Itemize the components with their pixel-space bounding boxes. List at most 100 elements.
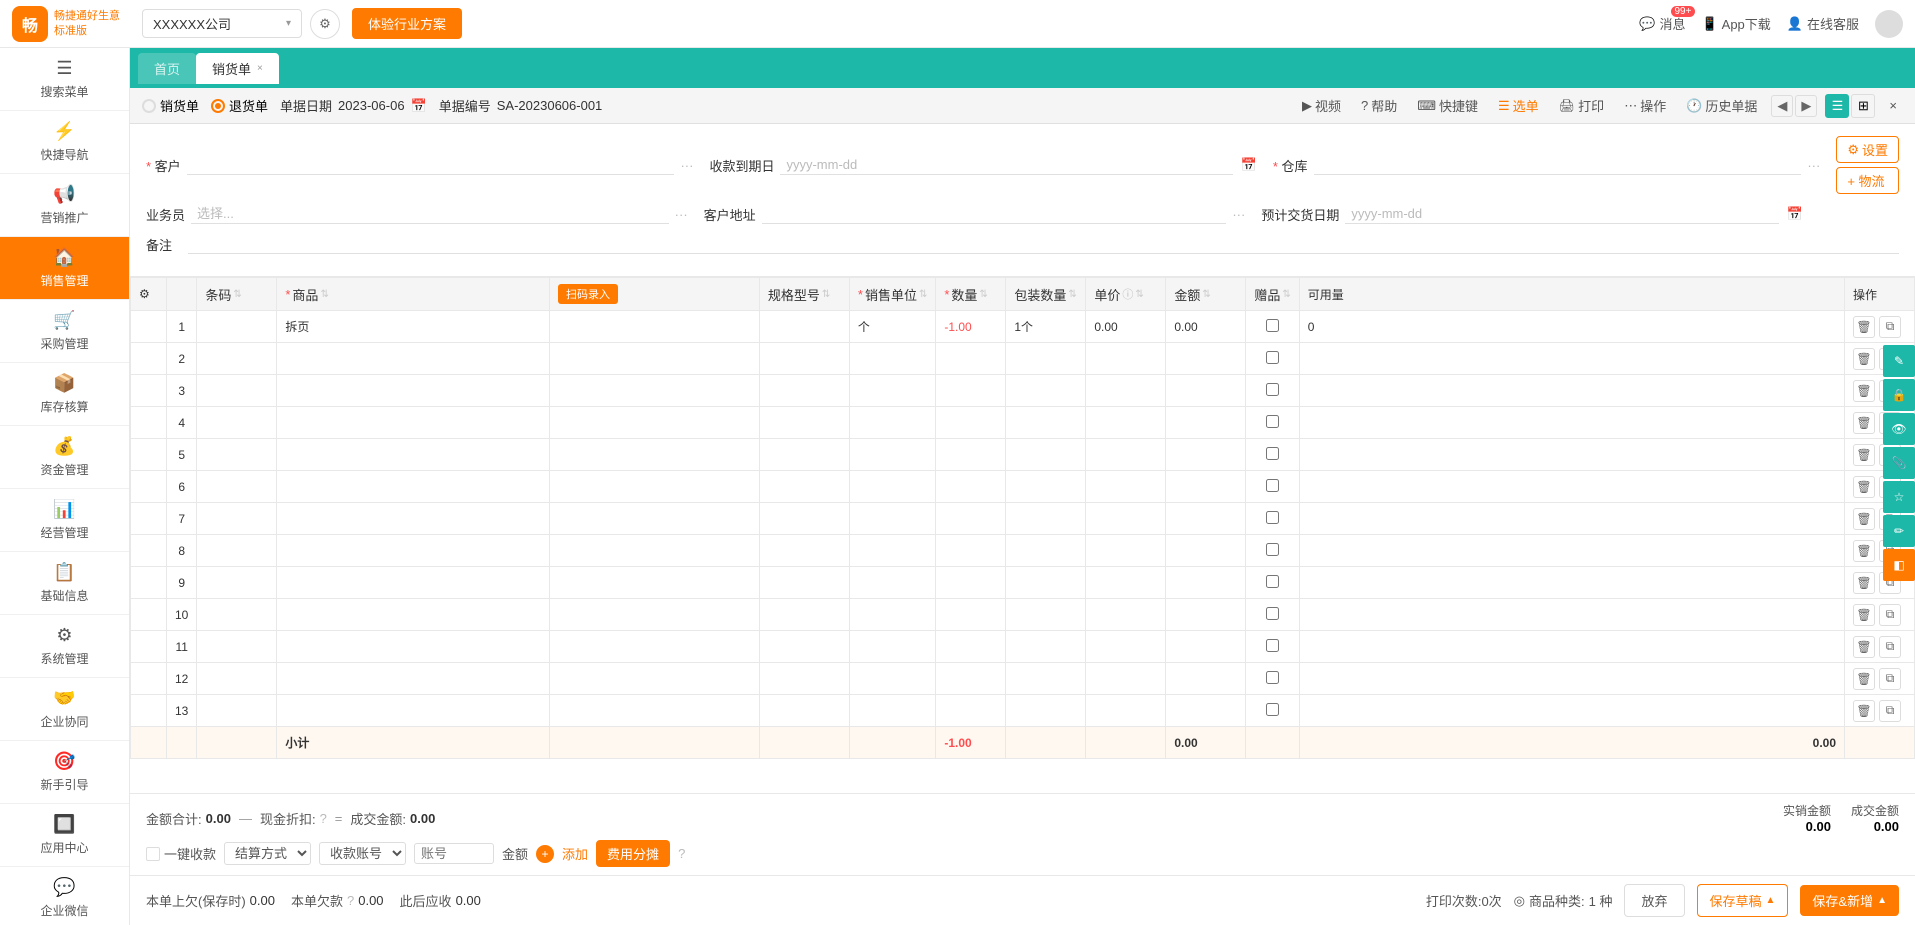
cell-product-3[interactable] (277, 407, 550, 439)
delete-row-button-10[interactable]: 🗑 (1853, 636, 1875, 658)
cell-barcode-9[interactable] (197, 599, 277, 631)
sidebar-item-sales[interactable]: 🏠 销售管理 (0, 237, 129, 300)
cell-spec-6[interactable] (759, 503, 849, 535)
th-settings[interactable]: ⚙ (131, 278, 167, 311)
cell-amount-0[interactable]: 0.00 (1166, 311, 1246, 343)
cell-product-8[interactable] (277, 567, 550, 599)
barcode-sort-icon[interactable]: ⇅ (233, 289, 241, 300)
cell-price-5[interactable] (1086, 471, 1166, 503)
customer-address-input[interactable] (762, 204, 1227, 224)
gift-checkbox-2[interactable] (1266, 383, 1279, 396)
cell-barcode-8[interactable] (197, 567, 277, 599)
cell-amount-3[interactable] (1166, 407, 1246, 439)
gift-checkbox-6[interactable] (1266, 511, 1279, 524)
cell-price-7[interactable] (1086, 535, 1166, 567)
cell-barcode-6[interactable] (197, 503, 277, 535)
cell-product-10[interactable] (277, 631, 550, 663)
gift-checkbox-12[interactable] (1266, 703, 1279, 716)
cell-barcode-4[interactable] (197, 439, 277, 471)
delete-row-button-11[interactable]: 🗑 (1853, 668, 1875, 690)
cell-unit-10[interactable] (849, 631, 935, 663)
salesperson-dots[interactable]: ··· (675, 207, 688, 222)
copy-row-button-10[interactable]: ⧉ (1879, 636, 1901, 658)
cell-gift-3[interactable] (1246, 407, 1299, 439)
customer-input[interactable] (187, 155, 675, 175)
gift-checkbox-5[interactable] (1266, 479, 1279, 492)
cell-gift-12[interactable] (1246, 695, 1299, 727)
setting-button[interactable]: ⚙ 设置 (1836, 136, 1899, 163)
cell-amount-12[interactable] (1166, 695, 1246, 727)
cell-amount-9[interactable] (1166, 599, 1246, 631)
delete-row-button-5[interactable]: 🗑 (1853, 476, 1875, 498)
cell-product-11[interactable] (277, 663, 550, 695)
tab-home[interactable]: 首页 (138, 53, 196, 84)
cell-gift-6[interactable] (1246, 503, 1299, 535)
tab-close-icon[interactable]: × (257, 63, 263, 74)
payment-method-select[interactable]: 结算方式 (224, 842, 311, 865)
operate-button[interactable]: ⋯ 操作 (1618, 94, 1672, 117)
address-dots[interactable]: ··· (1232, 207, 1245, 222)
gift-checkbox-9[interactable] (1266, 607, 1279, 620)
cell-spec-11[interactable] (759, 663, 849, 695)
cell-qty-8[interactable] (936, 567, 1006, 599)
cell-amount-1[interactable] (1166, 343, 1246, 375)
expected-date-input[interactable] (1345, 204, 1778, 224)
gift-checkbox-10[interactable] (1266, 639, 1279, 652)
cell-gift-8[interactable] (1246, 567, 1299, 599)
cell-price-11[interactable] (1086, 663, 1166, 695)
cell-amount-11[interactable] (1166, 663, 1246, 695)
cell-gift-11[interactable] (1246, 663, 1299, 695)
cell-qty-1[interactable] (936, 343, 1006, 375)
cell-barcode-12[interactable] (197, 695, 277, 727)
sidebar-item-quick-nav[interactable]: ⚡ 快捷导航 (0, 111, 129, 174)
delete-row-button-3[interactable]: 🗑 (1853, 412, 1875, 434)
discount-help-icon[interactable]: ? (320, 811, 327, 826)
cell-gift-0[interactable] (1246, 311, 1299, 343)
cell-packqty-8[interactable] (1006, 567, 1086, 599)
amount-sort-icon[interactable]: ⇅ (1202, 289, 1210, 300)
cell-product-9[interactable] (277, 599, 550, 631)
cell-amount-7[interactable] (1166, 535, 1246, 567)
delete-row-button-9[interactable]: 🗑 (1853, 604, 1875, 626)
cell-spec-12[interactable] (759, 695, 849, 727)
cell-product-4[interactable] (277, 439, 550, 471)
packqty-sort-icon[interactable]: ⇅ (1068, 289, 1076, 300)
cell-barcode-10[interactable] (197, 631, 277, 663)
date-calendar-icon[interactable]: 📅 (411, 98, 427, 114)
history-button[interactable]: 🕐 历史单据 (1680, 94, 1763, 117)
cell-product-0[interactable]: 拆页 (277, 311, 550, 343)
cell-packqty-6[interactable] (1006, 503, 1086, 535)
select-button[interactable]: ☰ 选单 (1492, 94, 1545, 117)
delete-row-button-2[interactable]: 🗑 (1853, 380, 1875, 402)
cell-qty-12[interactable] (936, 695, 1006, 727)
cell-unit-6[interactable] (849, 503, 935, 535)
cell-amount-10[interactable] (1166, 631, 1246, 663)
cell-spec-1[interactable] (759, 343, 849, 375)
cell-product-2[interactable] (277, 375, 550, 407)
cell-spec-9[interactable] (759, 599, 849, 631)
sidebar-item-finance[interactable]: 💰 资金管理 (0, 426, 129, 489)
cell-unit-2[interactable] (849, 375, 935, 407)
sidebar-item-operations[interactable]: 📊 经营管理 (0, 489, 129, 552)
radio-sales[interactable]: 销货单 (142, 96, 199, 115)
copy-row-button-12[interactable]: ⧉ (1879, 700, 1901, 722)
cell-price-10[interactable] (1086, 631, 1166, 663)
app-download-button[interactable]: 📱 App下载 (1701, 14, 1770, 33)
cell-gift-5[interactable] (1246, 471, 1299, 503)
delete-row-button-6[interactable]: 🗑 (1853, 508, 1875, 530)
cell-packqty-12[interactable] (1006, 695, 1086, 727)
delete-row-button-7[interactable]: 🗑 (1853, 540, 1875, 562)
unit-sort-icon[interactable]: ⇅ (919, 289, 927, 300)
cell-qty-4[interactable] (936, 439, 1006, 471)
save-new-button[interactable]: 保存&新增 ▲ (1800, 885, 1899, 916)
cell-unit-5[interactable] (849, 471, 935, 503)
product-type[interactable]: ◎ 商品种类: 1 种 (1514, 891, 1613, 910)
nav-prev-button[interactable]: ◀ (1771, 95, 1793, 117)
float-lock-button[interactable]: 🔒 (1883, 379, 1915, 411)
cell-gift-1[interactable] (1246, 343, 1299, 375)
expense-button[interactable]: 费用分摊 (596, 840, 670, 867)
print-button[interactable]: 🖨 打印 (1553, 94, 1611, 117)
cell-price-0[interactable]: 0.00 (1086, 311, 1166, 343)
float-eye-button[interactable]: 👁 (1883, 413, 1915, 445)
cell-spec-10[interactable] (759, 631, 849, 663)
